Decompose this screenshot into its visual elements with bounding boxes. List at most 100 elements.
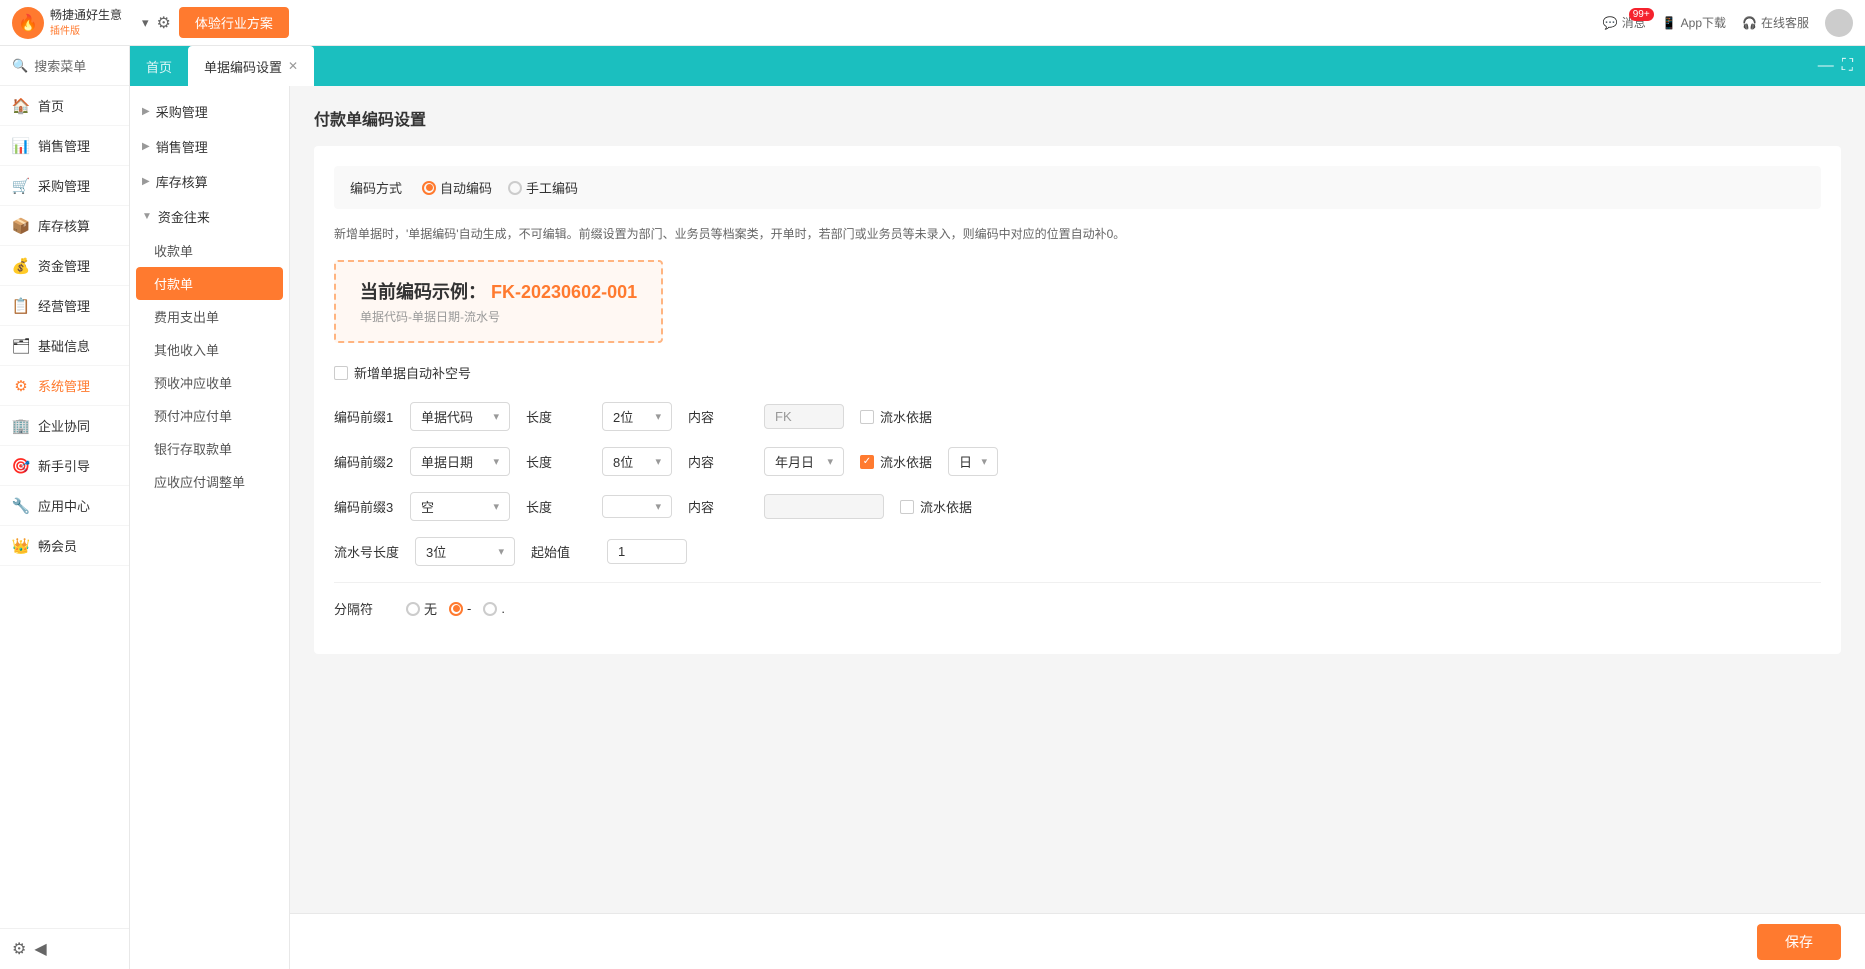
sidebar-item-system[interactable]: ⚙ 系统管理 [0,366,129,406]
serial-length-select[interactable]: 3位 ▾ [415,537,515,566]
serial2-checkbox[interactable]: ✓ [860,455,874,469]
sep-dot-label: . [501,601,505,616]
settings-bottom-icon[interactable]: ⚙ [12,939,26,959]
settings-icon[interactable]: ⚙ [157,13,171,33]
sidebar-bottom: ⚙ ◀ [0,928,129,969]
sub-group-purchase-header[interactable]: ▶ 采购管理 [130,94,289,129]
avatar[interactable] [1825,9,1853,37]
serial1-checkbox[interactable] [860,410,874,424]
sub-menu-pre-receivable[interactable]: 预收冲应收单 [130,366,289,399]
length1-select[interactable]: 2位 ▾ [602,402,672,431]
manual-encode-radio[interactable]: 手工编码 [508,178,578,197]
manual-encode-label: 手工编码 [526,178,578,197]
save-button[interactable]: 保存 [1757,924,1841,960]
preview-label: 当前编码示例： [360,282,486,302]
sidebar-item-newguide[interactable]: 🎯 新手引导 [0,446,129,486]
prefix1-select[interactable]: 单据代码 ▾ [410,402,510,431]
preview-desc: 单据代码-单据日期-流水号 [360,308,637,325]
purchase-icon: 🛒 [12,177,30,195]
online-service-button[interactable]: 🎧 在线客服 [1742,14,1809,31]
prefix1-label: 编码前缀1 [334,407,394,426]
sub-menu-pre-payable[interactable]: 预付冲应付单 [130,399,289,432]
headset-icon: 🎧 [1742,16,1757,30]
sidebar-search[interactable]: 🔍 搜索菜单 [0,46,129,86]
sidebar-item-label: 经营管理 [38,296,90,315]
sep-dot-radio[interactable]: . [483,601,505,616]
finance-icon: 💰 [12,257,30,275]
content3-input[interactable] [764,494,884,519]
sub-menu-receipt[interactable]: 收款单 [130,234,289,267]
tab-bar-right: — ⛶ [1806,57,1865,75]
trial-button[interactable]: 体验行业方案 [179,7,289,38]
setting-card: 编码方式 自动编码 手工编码 [314,146,1841,654]
serial3-label: 流水依据 [920,497,972,516]
sub-group-label: 采购管理 [156,102,208,121]
topbar-dropdown[interactable]: ▾ [142,15,149,31]
app-download-button[interactable]: 📱 App下载 [1662,14,1726,31]
sidebar-item-label: 新手引导 [38,456,90,475]
prefix3-select[interactable]: 空 ▾ [410,492,510,521]
sidebar-item-sales[interactable]: 📊 销售管理 [0,126,129,166]
tab-maximize-icon[interactable]: ⛶ [1842,57,1853,75]
topbar-search-area: ▾ ⚙ 体验行业方案 [142,7,1593,38]
tab-minimize-icon[interactable]: — [1818,57,1834,75]
sidebar-item-enterprise[interactable]: 🏢 企业协同 [0,406,129,446]
sub-menu-other-income[interactable]: 其他收入单 [130,333,289,366]
sub-sidebar: ▶ 采购管理 ▶ 销售管理 ▶ 库存核算 [130,86,290,969]
length2-select[interactable]: 8位 ▾ [602,447,672,476]
sep-none-radio[interactable]: 无 [406,599,437,618]
preview-code-value: FK-20230602-001 [491,282,637,302]
sidebar-item-purchase[interactable]: 🛒 采购管理 [0,166,129,206]
preview-box: 当前编码示例： FK-20230602-001 单据代码-单据日期-流水号 [334,260,663,343]
serial1-label: 流水依据 [880,407,932,426]
content1-input[interactable] [764,404,844,429]
auto-encode-radio[interactable]: 自动编码 [422,178,492,197]
tab-home[interactable]: 首页 [130,46,188,86]
prefix1-value: 单据代码 [421,407,473,426]
sub-menu-adjust[interactable]: 应收应付调整单 [130,465,289,498]
sub-menu-payment[interactable]: 付款单 [136,267,283,300]
content2-select[interactable]: 年月日 ▾ [764,447,844,476]
prefix2-label: 编码前缀2 [334,452,394,471]
sidebar-item-inventory[interactable]: 📦 库存核算 [0,206,129,246]
notice-text: 新增单据时，'单据编码'自动生成，不可编辑。前缀设置为部门、业务员等档案类，开单… [334,225,1821,244]
serial2-label: 流水依据 [880,452,932,471]
tab-close-icon[interactable]: ✕ [288,59,298,73]
serial2-period-select[interactable]: 日 ▾ [948,447,998,476]
sidebar-item-finance[interactable]: 💰 资金管理 [0,246,129,286]
collapse-arrow-icon: ▶ [142,141,150,152]
appcenter-icon: 🔧 [12,497,30,515]
sidebar-item-appcenter[interactable]: 🔧 应用中心 [0,486,129,526]
collapse-arrow-icon: ▶ [142,176,150,187]
length2-value: 8位 [613,452,633,471]
sub-group-inventory-header[interactable]: ▶ 库存核算 [130,164,289,199]
auto-fill-checkbox[interactable] [334,366,348,380]
basic-icon: 🗂 [12,337,30,355]
sidebar-item-member[interactable]: 👑 畅会员 [0,526,129,566]
serial1-checkbox-row: 流水依据 [860,407,932,426]
collapse-icon[interactable]: ◀ [34,939,46,959]
sub-menu-bank-deposit[interactable]: 银行存取款单 [130,432,289,465]
logo-icon: 🔥 [12,7,44,39]
sep-dash-radio[interactable]: - [449,601,471,616]
start-value-input[interactable] [607,539,687,564]
sub-menu-expense[interactable]: 费用支出单 [130,300,289,333]
sub-group-finance: ▼ 资金往来 收款单 付款单 费用支出单 其他收入单 [130,199,289,498]
serial3-checkbox[interactable] [900,500,914,514]
sidebar-item-basic[interactable]: 🗂 基础信息 [0,326,129,366]
chevron-down-icon: ▾ [827,455,833,468]
sidebar-item-home[interactable]: 🏠 首页 [0,86,129,126]
message-button[interactable]: 💬 消息 99+ [1603,14,1646,31]
prefix2-select[interactable]: 单据日期 ▾ [410,447,510,476]
manual-encode-radio-circle [508,181,522,195]
sub-group-sales-header[interactable]: ▶ 销售管理 [130,129,289,164]
length3-select[interactable]: ▾ [602,495,672,518]
chevron-down-icon: ▾ [498,545,504,558]
sidebar-item-label: 资金管理 [38,256,90,275]
sidebar-item-operations[interactable]: 📋 经营管理 [0,286,129,326]
tab-encode-setting[interactable]: 单据编码设置 ✕ [188,46,314,86]
radio-group: 自动编码 手工编码 [422,178,578,197]
sub-group-finance-header[interactable]: ▼ 资金往来 [130,199,289,234]
auto-fill-row: 新增单据自动补空号 [334,363,1821,382]
sidebar-item-label: 系统管理 [38,376,90,395]
